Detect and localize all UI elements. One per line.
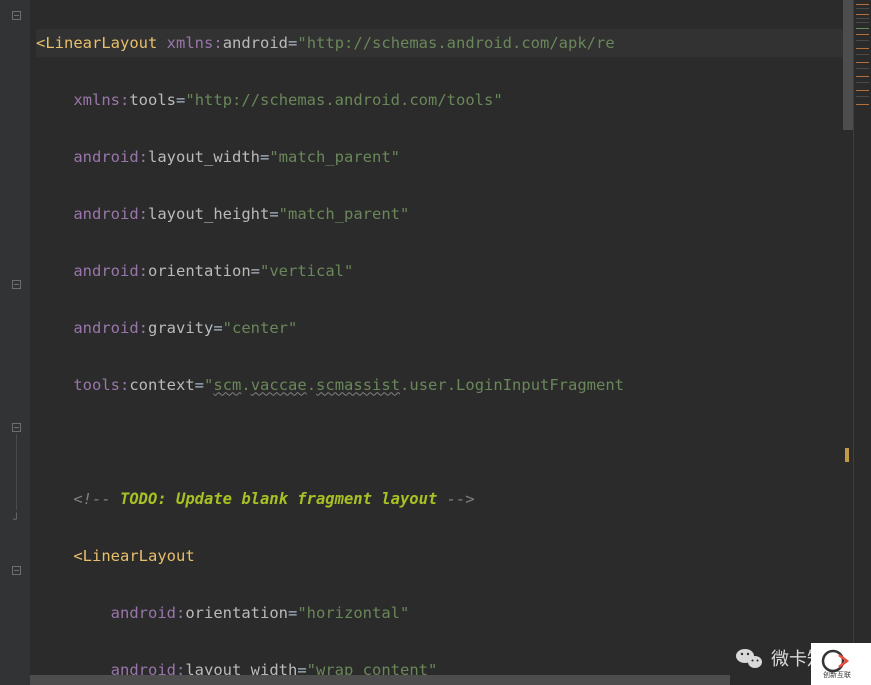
fold-end-icon[interactable]: ┘ (13, 506, 20, 535)
change-marker (845, 448, 849, 462)
code-editor[interactable]: ┘ <LinearLayout xmlns:android="http://sc… (0, 0, 871, 685)
wechat-icon (735, 647, 763, 671)
fold-line (16, 434, 17, 510)
horizontal-scrollbar[interactable] (30, 675, 730, 685)
corner-logo: 创新互联 (811, 643, 871, 685)
gutter: ┘ (0, 0, 30, 685)
fold-icon[interactable] (12, 566, 21, 575)
fold-icon[interactable] (12, 423, 21, 432)
minimap[interactable] (853, 0, 871, 685)
fold-icon[interactable] (12, 11, 21, 20)
vertical-scrollbar[interactable] (843, 0, 853, 130)
code-content[interactable]: <LinearLayout xmlns:android="http://sche… (30, 0, 853, 685)
fold-icon[interactable] (12, 280, 21, 289)
svg-text:创新互联: 创新互联 (823, 670, 851, 679)
logo-icon: 创新互联 (821, 649, 861, 679)
